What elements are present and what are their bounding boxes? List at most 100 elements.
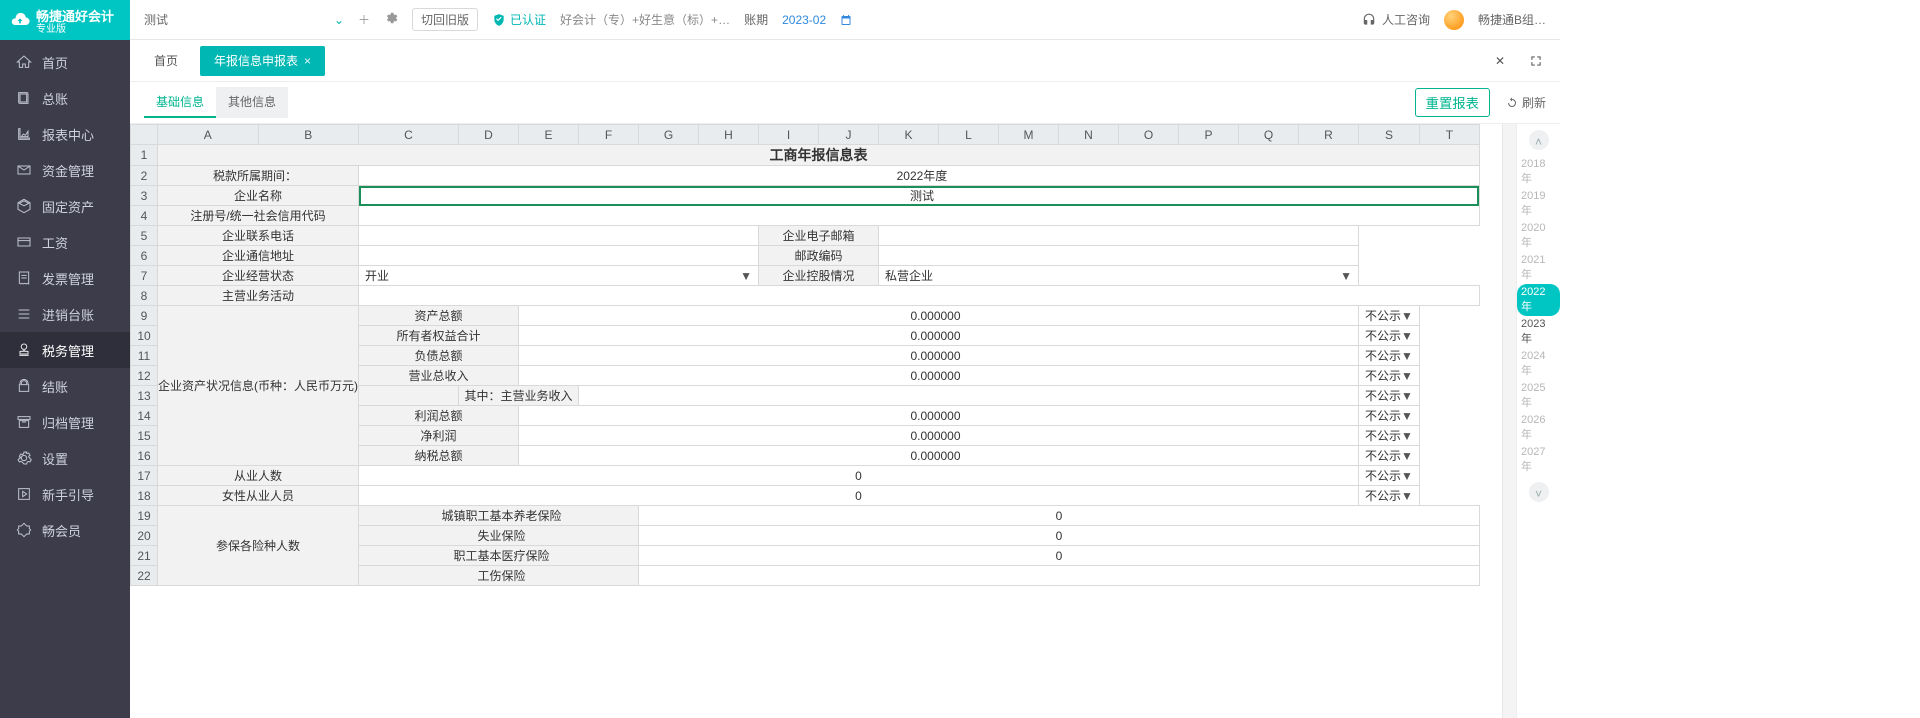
value-r15l[interactable]: 0.000000 <box>519 426 1359 446</box>
col-header-M[interactable]: M <box>999 125 1059 145</box>
sidebar-item-6[interactable]: 发票管理 <box>0 260 130 296</box>
switch-old-version-button[interactable]: 切回旧版 <box>412 8 478 31</box>
input-company-name[interactable]: 测试 <box>359 186 1480 206</box>
select-publish-11[interactable]: 不公示▼ <box>1359 346 1420 366</box>
year-2027年[interactable]: 2027年 <box>1517 444 1560 476</box>
row-header-21[interactable]: 21 <box>131 546 158 566</box>
input-address[interactable] <box>359 246 759 266</box>
scrollbar-vertical[interactable] <box>1502 124 1516 718</box>
year-2019年[interactable]: 2019年 <box>1517 188 1560 220</box>
row-header-17[interactable]: 17 <box>131 466 158 486</box>
row-header-18[interactable]: 18 <box>131 486 158 506</box>
col-header-R[interactable]: R <box>1299 125 1359 145</box>
col-header-F[interactable]: F <box>579 125 639 145</box>
value-r16l[interactable]: 0.000000 <box>519 446 1359 466</box>
col-header-G[interactable]: G <box>639 125 699 145</box>
year-2023年[interactable]: 2023年 <box>1517 316 1560 348</box>
close-icon[interactable]: × <box>304 54 311 68</box>
col-header-J[interactable]: J <box>819 125 879 145</box>
col-header-P[interactable]: P <box>1179 125 1239 145</box>
period-value[interactable]: 2023-02 <box>782 13 826 27</box>
value-r19l[interactable]: 0 <box>639 506 1480 526</box>
row-header-4[interactable]: 4 <box>131 206 158 226</box>
col-header-T[interactable]: T <box>1419 125 1479 145</box>
spreadsheet[interactable]: ABCDEFGHIJKLMNOPQRST1工商年报信息表2税款所属期间：2022… <box>130 124 1502 718</box>
subtab-other[interactable]: 其他信息 <box>216 87 288 118</box>
reset-button[interactable]: 重置报表 <box>1415 88 1490 117</box>
value-female-emp[interactable]: 0 <box>359 486 1359 506</box>
value-r10l[interactable]: 0.000000 <box>519 326 1359 346</box>
year-2021年[interactable]: 2021年 <box>1517 252 1560 284</box>
select-publish-12[interactable]: 不公示▼ <box>1359 366 1420 386</box>
value-r22l[interactable] <box>639 566 1480 586</box>
input-phone[interactable] <box>359 226 759 246</box>
select-publish-14[interactable]: 不公示▼ <box>1359 406 1420 426</box>
sidebar-item-1[interactable]: 总账 <box>0 80 130 116</box>
row-header-13[interactable]: 13 <box>131 386 158 406</box>
sidebar-item-0[interactable]: 首页 <box>0 44 130 80</box>
input-reg-code[interactable] <box>359 206 1480 226</box>
col-header-C[interactable]: C <box>359 125 459 145</box>
row-header-1[interactable]: 1 <box>131 145 158 166</box>
col-header-Q[interactable]: Q <box>1239 125 1299 145</box>
sidebar-item-11[interactable]: 设置 <box>0 440 130 476</box>
value-r12l[interactable]: 0.000000 <box>519 366 1359 386</box>
input-main-biz[interactable] <box>359 286 1480 306</box>
value-r11l[interactable]: 0.000000 <box>519 346 1359 366</box>
select-publish-15[interactable]: 不公示▼ <box>1359 426 1420 446</box>
col-header-E[interactable]: E <box>519 125 579 145</box>
row-header-12[interactable]: 12 <box>131 366 158 386</box>
row-header-6[interactable]: 6 <box>131 246 158 266</box>
refresh-button[interactable]: 刷新 <box>1506 94 1546 111</box>
col-header-H[interactable]: H <box>699 125 759 145</box>
sidebar-item-2[interactable]: 报表中心 <box>0 116 130 152</box>
select-holding[interactable]: 私营企业▼ <box>879 266 1359 286</box>
input-zip[interactable] <box>879 246 1359 266</box>
row-header-2[interactable]: 2 <box>131 166 158 186</box>
year-2026年[interactable]: 2026年 <box>1517 412 1560 444</box>
row-header-7[interactable]: 7 <box>131 266 158 286</box>
row-header-11[interactable]: 11 <box>131 346 158 366</box>
select-publish-16[interactable]: 不公示▼ <box>1359 446 1420 466</box>
row-header-15[interactable]: 15 <box>131 426 158 446</box>
sidebar-item-4[interactable]: 固定资产 <box>0 188 130 224</box>
row-header-20[interactable]: 20 <box>131 526 158 546</box>
col-header-B[interactable]: B <box>258 125 359 145</box>
sidebar-item-9[interactable]: 结账 <box>0 368 130 404</box>
sidebar-item-8[interactable]: 税务管理 <box>0 332 130 368</box>
input-r13l[interactable] <box>579 386 1359 406</box>
col-header-O[interactable]: O <box>1119 125 1179 145</box>
row-header-19[interactable]: 19 <box>131 506 158 526</box>
row-header-10[interactable]: 10 <box>131 326 158 346</box>
close-all-tabs-icon[interactable]: ✕ <box>1486 47 1514 75</box>
row-header-3[interactable]: 3 <box>131 186 158 206</box>
row-header-8[interactable]: 8 <box>131 286 158 306</box>
row-header-9[interactable]: 9 <box>131 306 158 326</box>
select-op-status[interactable]: 开业▼ <box>359 266 759 286</box>
sidebar-item-10[interactable]: 归档管理 <box>0 404 130 440</box>
value-r20l[interactable]: 0 <box>639 526 1480 546</box>
select-publish-18[interactable]: 不公示▼ <box>1359 486 1420 506</box>
value-r21l[interactable]: 0 <box>639 546 1480 566</box>
value-r14l[interactable]: 0.000000 <box>519 406 1359 426</box>
col-header-K[interactable]: K <box>879 125 939 145</box>
row-header-14[interactable]: 14 <box>131 406 158 426</box>
value-r9l[interactable]: 0.000000 <box>519 306 1359 326</box>
tab-annual-report[interactable]: 年报信息申报表 × <box>200 46 325 76</box>
col-header-I[interactable]: I <box>759 125 819 145</box>
user-name[interactable]: 畅捷通B组… <box>1478 11 1546 28</box>
year-2018年[interactable]: 2018年 <box>1517 156 1560 188</box>
col-header-D[interactable]: D <box>459 125 519 145</box>
select-all-cell[interactable] <box>131 125 158 145</box>
select-publish-17[interactable]: 不公示▼ <box>1359 466 1420 486</box>
settings-gear-icon[interactable] <box>384 11 398 28</box>
avatar[interactable] <box>1444 10 1464 30</box>
row-header-22[interactable]: 22 <box>131 566 158 586</box>
row-header-5[interactable]: 5 <box>131 226 158 246</box>
year-2022年[interactable]: 2022年 <box>1517 284 1560 316</box>
sidebar-item-7[interactable]: 进销台账 <box>0 296 130 332</box>
year-up-icon[interactable]: ˄ <box>1529 130 1549 150</box>
select-publish-9[interactable]: 不公示▼ <box>1359 306 1420 326</box>
col-header-A[interactable]: A <box>158 125 259 145</box>
calendar-icon[interactable] <box>840 14 852 26</box>
